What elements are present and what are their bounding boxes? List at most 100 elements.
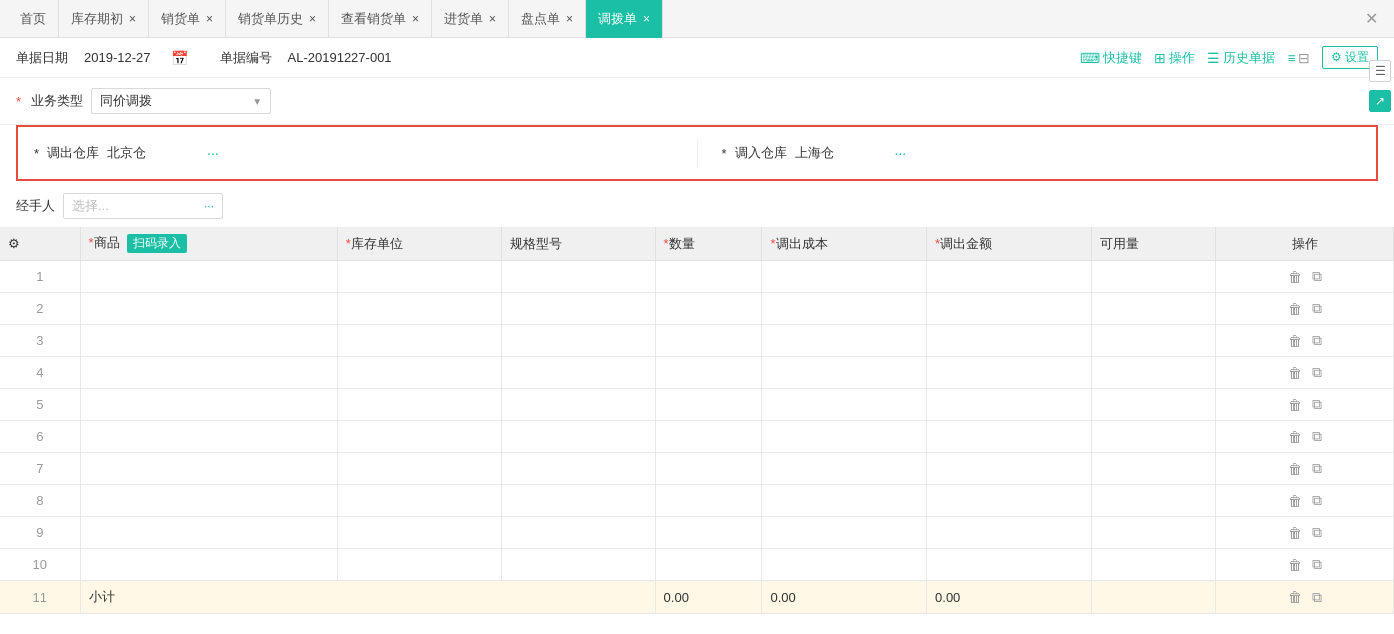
- copy-icon[interactable]: ⧉: [1312, 556, 1322, 573]
- cell-available[interactable]: [1091, 485, 1215, 517]
- shortcut-btn[interactable]: ⌨ 快捷键: [1080, 49, 1142, 67]
- in-warehouse-more-icon[interactable]: ···: [895, 145, 907, 161]
- tab-inventory-init[interactable]: 库存期初 ×: [59, 0, 149, 38]
- copy-icon[interactable]: ⧉: [1312, 524, 1322, 541]
- cell-cost[interactable]: [762, 325, 927, 357]
- cell-product[interactable]: [80, 293, 337, 325]
- delete-icon[interactable]: 🗑: [1288, 269, 1302, 285]
- sidebar-export-icon[interactable]: ↗: [1369, 90, 1391, 112]
- cell-unit[interactable]: [337, 261, 502, 293]
- cell-cost[interactable]: [762, 261, 927, 293]
- cell-unit[interactable]: [337, 517, 502, 549]
- tab-sales-order[interactable]: 销货单 ×: [149, 0, 226, 38]
- copy-icon[interactable]: ⧉: [1312, 268, 1322, 285]
- cell-available[interactable]: [1091, 549, 1215, 581]
- cell-unit[interactable]: [337, 325, 502, 357]
- copy-icon[interactable]: ⧉: [1312, 460, 1322, 477]
- cell-amount[interactable]: [927, 485, 1092, 517]
- cell-unit[interactable]: [337, 485, 502, 517]
- cell-amount[interactable]: [927, 453, 1092, 485]
- tab-purchase[interactable]: 进货单 ×: [432, 0, 509, 38]
- cell-spec[interactable]: [502, 325, 655, 357]
- cell-available[interactable]: [1091, 325, 1215, 357]
- handler-field[interactable]: 选择... ···: [63, 193, 223, 219]
- cell-product[interactable]: [80, 389, 337, 421]
- cell-available[interactable]: [1091, 389, 1215, 421]
- tab-stocktake[interactable]: 盘点单 ×: [509, 0, 586, 38]
- close-icon[interactable]: ×: [412, 12, 419, 26]
- cell-amount[interactable]: [927, 549, 1092, 581]
- cell-amount[interactable]: [927, 293, 1092, 325]
- cell-available[interactable]: [1091, 357, 1215, 389]
- history-btn[interactable]: ☰ 历史单据: [1207, 49, 1275, 67]
- cell-unit[interactable]: [337, 453, 502, 485]
- cell-qty[interactable]: [655, 421, 762, 453]
- cell-cost[interactable]: [762, 485, 927, 517]
- cell-amount[interactable]: [927, 517, 1092, 549]
- cell-cost[interactable]: [762, 517, 927, 549]
- delete-icon[interactable]: 🗑: [1288, 429, 1302, 445]
- cell-amount[interactable]: [927, 261, 1092, 293]
- copy-icon[interactable]: ⧉: [1312, 364, 1322, 381]
- cell-available[interactable]: [1091, 293, 1215, 325]
- close-icon[interactable]: ×: [309, 12, 316, 26]
- biz-type-field[interactable]: 同价调拨 ▼: [91, 88, 271, 114]
- delete-icon[interactable]: 🗑: [1288, 589, 1302, 605]
- cell-unit[interactable]: [337, 389, 502, 421]
- copy-icon[interactable]: ⧉: [1312, 332, 1322, 349]
- operations-btn[interactable]: ⊞ 操作: [1154, 49, 1195, 67]
- cell-amount[interactable]: [927, 325, 1092, 357]
- tab-transfer[interactable]: 调拨单 ×: [586, 0, 663, 38]
- close-icon[interactable]: ×: [643, 12, 650, 26]
- copy-icon[interactable]: ⧉: [1312, 492, 1322, 509]
- cell-spec[interactable]: [502, 389, 655, 421]
- cell-product[interactable]: [80, 325, 337, 357]
- cell-product[interactable]: [80, 485, 337, 517]
- cell-cost[interactable]: [762, 549, 927, 581]
- cell-amount[interactable]: [927, 357, 1092, 389]
- cell-cost[interactable]: [762, 357, 927, 389]
- tab-sales-history[interactable]: 销货单历史 ×: [226, 0, 329, 38]
- cell-spec[interactable]: [502, 293, 655, 325]
- cell-cost[interactable]: [762, 453, 927, 485]
- cell-qty[interactable]: [655, 453, 762, 485]
- cell-spec[interactable]: [502, 357, 655, 389]
- copy-icon[interactable]: ⧉: [1312, 300, 1322, 317]
- cell-product[interactable]: [80, 453, 337, 485]
- handler-more-icon[interactable]: ···: [204, 199, 214, 213]
- copy-icon[interactable]: ⧉: [1312, 589, 1322, 606]
- tab-view-sales[interactable]: 查看销货单 ×: [329, 0, 432, 38]
- settings-gear-icon[interactable]: ⚙: [8, 236, 20, 251]
- cell-available[interactable]: [1091, 453, 1215, 485]
- cell-spec[interactable]: [502, 549, 655, 581]
- cell-qty[interactable]: [655, 357, 762, 389]
- cell-unit[interactable]: [337, 421, 502, 453]
- cell-qty[interactable]: [655, 485, 762, 517]
- cell-available[interactable]: [1091, 421, 1215, 453]
- cell-qty[interactable]: [655, 293, 762, 325]
- cell-amount[interactable]: [927, 421, 1092, 453]
- delete-icon[interactable]: 🗑: [1288, 493, 1302, 509]
- calendar-icon[interactable]: 📅: [171, 50, 188, 66]
- cell-cost[interactable]: [762, 421, 927, 453]
- delete-icon[interactable]: 🗑: [1288, 461, 1302, 477]
- copy-icon[interactable]: ⧉: [1312, 396, 1322, 413]
- delete-icon[interactable]: 🗑: [1288, 365, 1302, 381]
- close-icon[interactable]: ×: [129, 12, 136, 26]
- sidebar-note-icon[interactable]: ☰: [1369, 60, 1391, 82]
- cell-product[interactable]: [80, 261, 337, 293]
- delete-icon[interactable]: 🗑: [1288, 557, 1302, 573]
- cell-spec[interactable]: [502, 261, 655, 293]
- cell-spec[interactable]: [502, 453, 655, 485]
- cell-qty[interactable]: [655, 261, 762, 293]
- cell-qty[interactable]: [655, 517, 762, 549]
- delete-icon[interactable]: 🗑: [1288, 525, 1302, 541]
- cell-unit[interactable]: [337, 549, 502, 581]
- cell-amount[interactable]: [927, 389, 1092, 421]
- cell-available[interactable]: [1091, 261, 1215, 293]
- cell-spec[interactable]: [502, 517, 655, 549]
- cell-product[interactable]: [80, 549, 337, 581]
- tab-home[interactable]: 首页: [8, 0, 59, 38]
- scan-barcode-button[interactable]: 扫码录入: [127, 234, 187, 253]
- close-icon[interactable]: ×: [489, 12, 496, 26]
